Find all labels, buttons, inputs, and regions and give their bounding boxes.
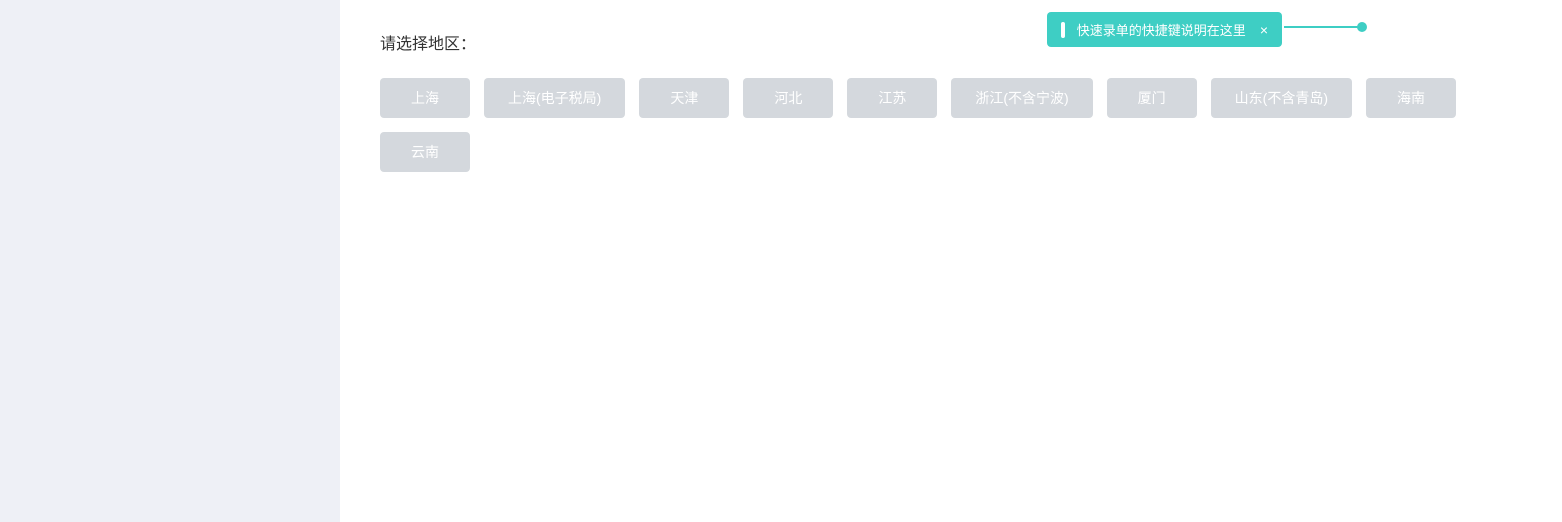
page-label: 请选择地区： xyxy=(380,30,1522,54)
region-button-shandong[interactable]: 山东(不含青岛) xyxy=(1211,78,1352,118)
connector-line xyxy=(1284,26,1362,28)
region-button-jiangsu[interactable]: 江苏 xyxy=(847,78,937,118)
region-button-shanghai-etax[interactable]: 上海(电子税局) xyxy=(484,78,625,118)
region-button-hainan[interactable]: 海南 xyxy=(1366,78,1456,118)
left-sidebar xyxy=(0,0,340,522)
close-icon[interactable]: × xyxy=(1260,22,1268,38)
tooltip-text: 快速录单的快捷键说明在这里 xyxy=(1077,20,1246,39)
region-button-tianjin[interactable]: 天津 xyxy=(639,78,729,118)
region-button-zhejiang[interactable]: 浙江(不含宁波) xyxy=(951,78,1092,118)
region-buttons: 上海上海(电子税局) 天津河北江苏浙江(不含宁波) 厦门山东(不含青岛) 海南云南 xyxy=(380,78,1522,172)
region-button-shanghai[interactable]: 上海 xyxy=(380,78,470,118)
main-content: 请选择地区： 上海上海(电子税局) 天津河北江苏浙江(不含宁波) 厦门山东(不含青岛… xyxy=(340,0,1562,522)
bar-accent xyxy=(1061,22,1065,38)
region-button-xiamen[interactable]: 厦门 xyxy=(1107,78,1197,118)
tooltip-banner: 快速录单的快捷键说明在这里 × xyxy=(1047,12,1282,47)
region-button-hebei[interactable]: 河北 xyxy=(743,78,833,118)
dot-indicator xyxy=(1357,22,1367,32)
region-button-yunnan[interactable]: 云南 xyxy=(380,132,470,172)
